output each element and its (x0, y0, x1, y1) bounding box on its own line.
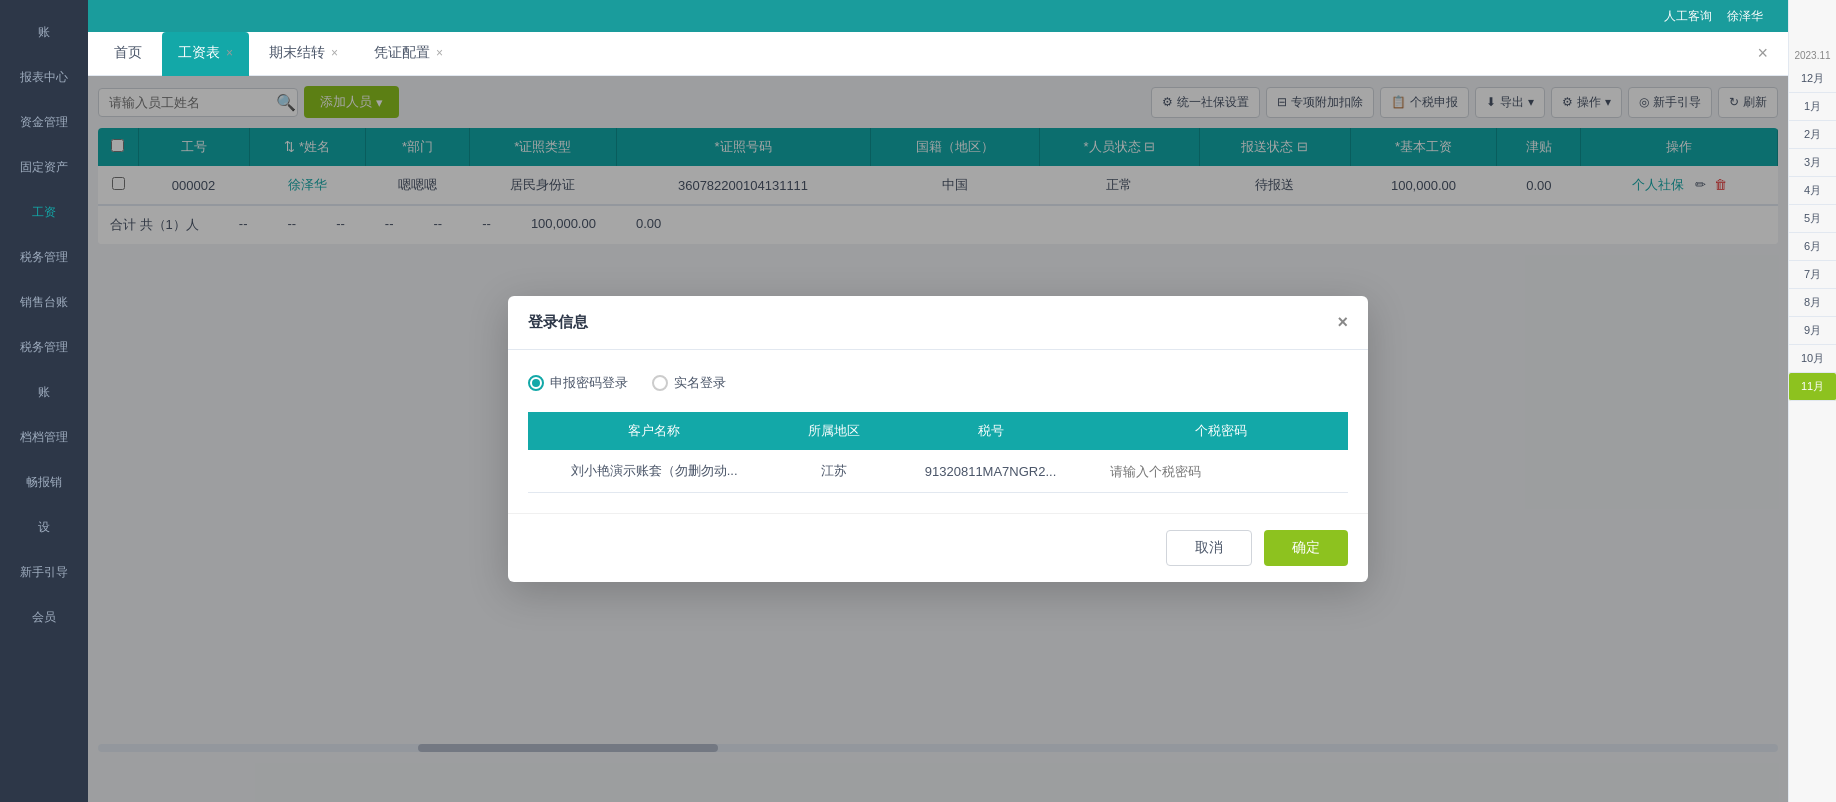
password-field[interactable] (1110, 464, 1332, 479)
sidebar-item-fund-management[interactable]: 资金管理 (0, 100, 88, 145)
tab-salary[interactable]: 工资表 × (162, 32, 249, 76)
sidebar-item-file[interactable]: 档档管理 (0, 415, 88, 460)
user-name: 徐泽华 (1727, 8, 1763, 25)
sidebar-item-guide[interactable]: 新手引导 (0, 550, 88, 595)
radio-password-dot (528, 375, 544, 391)
calendar-panel: 2023.11 12月 1月 2月 3月 4月 5月 6月 7月 8月 9月 1… (1788, 0, 1836, 802)
cal-8[interactable]: 8月 (1789, 289, 1836, 317)
col-client-name: 客户名称 (528, 412, 780, 450)
cal-9[interactable]: 9月 (1789, 317, 1836, 345)
cal-5[interactable]: 5月 (1789, 205, 1836, 233)
sidebar: 账 报表中心 资金管理 固定资产 工资 税务管理 销售台账 税务管理 账 档档管… (0, 0, 88, 802)
radio-group: 申报密码登录 实名登录 (528, 374, 1348, 392)
sidebar-item-report-center[interactable]: 报表中心 (0, 55, 88, 100)
modal-title: 登录信息 (528, 313, 588, 332)
col-tax-no: 税号 (887, 412, 1094, 450)
sidebar-item-settings[interactable]: 设 (0, 505, 88, 550)
sidebar-item-salary[interactable]: 工资 (0, 190, 88, 235)
assistant-link[interactable]: 人工客询 (1664, 8, 1712, 25)
login-table-row: 刘小艳演示账套（勿删勿动... 江苏 91320811MA7NGR2... (528, 450, 1348, 493)
tab-bar: 首页 工资表 × 期末结转 × 凭证配置 × × (88, 32, 1788, 76)
sidebar-item-account[interactable]: 账 (0, 10, 88, 55)
tax-password-input[interactable] (1094, 450, 1348, 493)
radio-realname-login[interactable]: 实名登录 (652, 374, 726, 392)
sidebar-item-sales[interactable]: 销售台账 (0, 280, 88, 325)
tab-voucher-config-close[interactable]: × (436, 46, 443, 60)
cancel-button[interactable]: 取消 (1166, 530, 1252, 566)
sidebar-item-fixed-assets[interactable]: 固定资产 (0, 145, 88, 190)
login-info-table: 客户名称 所属地区 税号 个税密码 刘小艳演示账套（勿删勿动... 江苏 913… (528, 412, 1348, 493)
main-area: 人工客询 徐泽华 首页 工资表 × 期末结转 × 凭证配置 × × 🔍 添加人 (88, 0, 1788, 802)
client-tax-no: 91320811MA7NGR2... (887, 450, 1094, 493)
cal-3[interactable]: 3月 (1789, 149, 1836, 177)
cal-11[interactable]: 11月 (1789, 373, 1836, 401)
sidebar-item-expense[interactable]: 畅报销 (0, 460, 88, 505)
radio-realname-dot (652, 375, 668, 391)
confirm-button[interactable]: 确定 (1264, 530, 1348, 566)
modal-overlay: 登录信息 × 申报密码登录 实名登录 (88, 76, 1788, 802)
cal-6[interactable]: 6月 (1789, 233, 1836, 261)
cal-7[interactable]: 7月 (1789, 261, 1836, 289)
client-region: 江苏 (780, 450, 887, 493)
cal-10[interactable]: 10月 (1789, 345, 1836, 373)
top-bar: 人工客询 徐泽华 (88, 0, 1788, 32)
sidebar-item-account2[interactable]: 账 (0, 370, 88, 415)
cal-2[interactable]: 2月 (1789, 121, 1836, 149)
window-close-icon[interactable]: × (1757, 43, 1768, 63)
tab-period-end-close[interactable]: × (331, 46, 338, 60)
cal-1[interactable]: 1月 (1789, 93, 1836, 121)
calendar-year: 2023.11 (1794, 50, 1830, 61)
sidebar-item-tax[interactable]: 税务管理 (0, 235, 88, 280)
sidebar-item-member[interactable]: 会员 (0, 595, 88, 640)
tab-home[interactable]: 首页 (98, 32, 158, 76)
tab-salary-close[interactable]: × (226, 46, 233, 60)
modal-close-button[interactable]: × (1337, 312, 1348, 333)
modal-body: 申报密码登录 实名登录 客户名称 所属地区 (508, 350, 1368, 513)
radio-password-label: 申报密码登录 (550, 374, 628, 392)
modal-header: 登录信息 × (508, 296, 1368, 350)
tab-period-end[interactable]: 期末结转 × (253, 32, 354, 76)
cal-4[interactable]: 4月 (1789, 177, 1836, 205)
content-area: 🔍 添加人员 ▾ ⚙ 统一社保设置 ⊟ 专项附加扣除 📋 个税申报 (88, 76, 1788, 802)
col-tax-password: 个税密码 (1094, 412, 1348, 450)
modal-footer: 取消 确定 (508, 513, 1368, 582)
col-region: 所属地区 (780, 412, 887, 450)
sidebar-item-tax2[interactable]: 税务管理 (0, 325, 88, 370)
tab-voucher-config[interactable]: 凭证配置 × (358, 32, 459, 76)
client-name: 刘小艳演示账套（勿删勿动... (528, 450, 780, 493)
radio-realname-label: 实名登录 (674, 374, 726, 392)
login-info-modal: 登录信息 × 申报密码登录 实名登录 (508, 296, 1368, 582)
radio-password-login[interactable]: 申报密码登录 (528, 374, 628, 392)
cal-12[interactable]: 12月 (1789, 65, 1836, 93)
